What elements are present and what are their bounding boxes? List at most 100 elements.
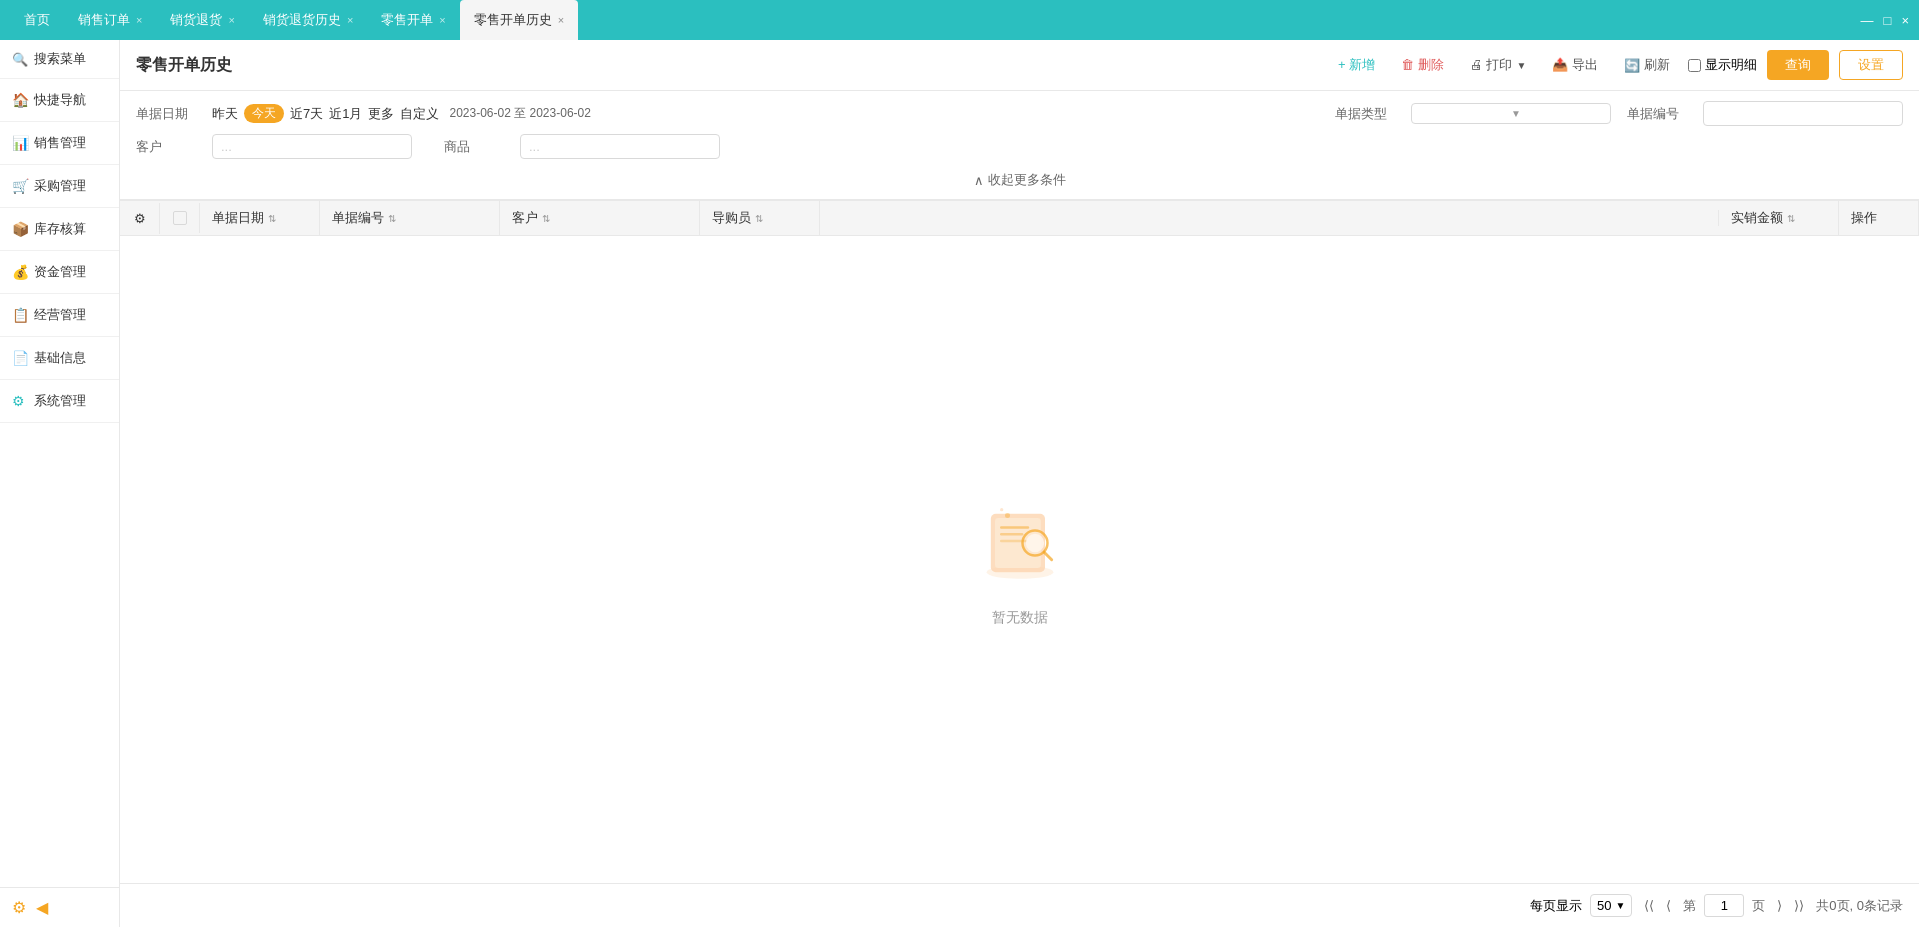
export-button[interactable]: 📤 导出: [1544, 52, 1606, 78]
tab-sales-order[interactable]: 销售订单 ×: [64, 0, 156, 40]
print-button[interactable]: 🖨 打印 ▼: [1462, 52, 1535, 78]
number-label: 单据编号: [1627, 105, 1687, 123]
empty-text: 暂无数据: [992, 609, 1048, 627]
th-action: 操作: [1839, 201, 1919, 235]
first-page-btn[interactable]: ⟨⟨: [1640, 896, 1658, 915]
sidebar-item-finance[interactable]: 💰 资金管理: [0, 251, 119, 294]
type-select[interactable]: ▼: [1411, 103, 1611, 124]
page-suffix: 页: [1748, 895, 1769, 917]
page-info: 共0页, 0条记录: [1816, 897, 1903, 915]
page-title: 零售开单历史: [136, 55, 232, 76]
filter-row-1: 单据日期 昨天 今天 近7天 近1月 更多 自定义 2023-06-02 至 2…: [136, 101, 1903, 126]
setting-button[interactable]: 设置: [1839, 50, 1903, 80]
add-button[interactable]: + 新增: [1330, 52, 1383, 78]
filter-row-2: 客户 ... 商品 ...: [136, 134, 1903, 159]
type-select-arrow: ▼: [1511, 108, 1602, 119]
print-dropdown-icon[interactable]: ▼: [1516, 60, 1526, 71]
sort-date-icon[interactable]: ⇅: [268, 213, 276, 224]
customer-input[interactable]: ...: [212, 134, 412, 159]
inventory-icon: 📦: [12, 221, 28, 237]
home-icon: 🏠: [12, 92, 28, 108]
date-opt-custom[interactable]: 自定义: [400, 105, 439, 123]
settings-icon[interactable]: ⚙: [12, 898, 26, 917]
system-icon: ⚙: [12, 393, 28, 409]
content-area: 零售开单历史 + 新增 🗑 删除 🖨 打印 ▼ 📤 导出 🔄 刷新: [120, 40, 1919, 927]
svg-point-7: [1025, 533, 1043, 551]
query-button[interactable]: 查询: [1767, 50, 1829, 80]
refresh-icon: 🔄: [1624, 58, 1640, 73]
type-label: 单据类型: [1335, 105, 1395, 123]
sort-customer-icon[interactable]: ⇅: [542, 213, 550, 224]
window-close-btn[interactable]: ×: [1901, 13, 1909, 28]
sort-amount-icon[interactable]: ⇅: [1787, 213, 1795, 224]
collapse-icon: ∧: [974, 173, 984, 188]
th-gear[interactable]: ⚙: [120, 203, 160, 234]
th-guide[interactable]: 导购员 ⇅: [700, 201, 820, 235]
collapse-row[interactable]: ∧ 收起更多条件: [136, 167, 1903, 189]
tabs-container: 首页 销售订单 × 销货退货 × 销货退货历史 × 零售开单 × 零售开单历史 …: [10, 0, 1861, 40]
minimize-btn[interactable]: —: [1861, 13, 1874, 28]
th-checkbox[interactable]: [160, 203, 200, 233]
sidebar-item-inventory[interactable]: 📦 库存核算: [0, 208, 119, 251]
page-header: 零售开单历史 + 新增 🗑 删除 🖨 打印 ▼ 📤 导出 🔄 刷新: [120, 40, 1919, 91]
sidebar-item-purchase[interactable]: 🛒 采购管理: [0, 165, 119, 208]
number-input[interactable]: [1703, 101, 1903, 126]
maximize-btn[interactable]: □: [1884, 13, 1892, 28]
th-amount[interactable]: 实销金额 ⇅: [1719, 201, 1839, 235]
tab-home[interactable]: 首页: [10, 0, 64, 40]
date-opt-7days[interactable]: 近7天: [290, 105, 323, 123]
main-layout: 🔍 搜索菜单 🏠 快捷导航 📊 销售管理 🛒 采购管理 📦 库存核算 💰 资金管…: [0, 40, 1919, 927]
prev-page-btn[interactable]: ⟨: [1662, 896, 1675, 915]
date-opt-more[interactable]: 更多: [368, 105, 394, 123]
close-tab-sales-return-history[interactable]: ×: [347, 14, 353, 26]
delete-button[interactable]: 🗑 删除: [1393, 52, 1452, 78]
close-tab-retail-order[interactable]: ×: [439, 14, 445, 26]
sidebar-item-business[interactable]: 📋 经营管理: [0, 294, 119, 337]
sidebar-search[interactable]: 🔍 搜索菜单: [0, 40, 119, 79]
sidebar-item-system[interactable]: ⚙ 系统管理: [0, 380, 119, 423]
display-detail-toggle[interactable]: 显示明细: [1688, 56, 1757, 74]
page-size-arrow: ▼: [1615, 900, 1625, 911]
purchase-icon: 🛒: [12, 178, 28, 194]
date-opt-1month[interactable]: 近1月: [329, 105, 362, 123]
close-tab-sales-order[interactable]: ×: [136, 14, 142, 26]
page-size-select[interactable]: 50 ▼: [1590, 894, 1632, 917]
sidebar-item-sales[interactable]: 📊 销售管理: [0, 122, 119, 165]
date-options: 昨天 今天 近7天 近1月 更多 自定义 2023-06-02 至 2023-0…: [212, 104, 591, 123]
tab-sales-return-history[interactable]: 销货退货历史 ×: [249, 0, 367, 40]
tab-retail-history[interactable]: 零售开单历史 ×: [460, 0, 578, 40]
date-opt-yesterday[interactable]: 昨天: [212, 105, 238, 123]
empty-illustration: [970, 493, 1070, 593]
sales-icon: 📊: [12, 135, 28, 151]
table-area: ⚙ 单据日期 ⇅ 单据编号 ⇅ 客户 ⇅ 导购员 ⇅: [120, 200, 1919, 883]
th-number[interactable]: 单据编号 ⇅: [320, 201, 500, 235]
sort-guide-icon[interactable]: ⇅: [755, 213, 763, 224]
top-bar: 首页 销售订单 × 销货退货 × 销货退货历史 × 零售开单 × 零售开单历史 …: [0, 0, 1919, 40]
close-tab-sales-return[interactable]: ×: [228, 14, 234, 26]
svg-point-10: [1000, 508, 1003, 511]
goods-input[interactable]: ...: [520, 134, 720, 159]
collapse-sidebar-icon[interactable]: ◀: [36, 898, 48, 917]
tab-sales-return[interactable]: 销货退货 ×: [156, 0, 248, 40]
page-number-input[interactable]: [1704, 894, 1744, 917]
table-header: ⚙ 单据日期 ⇅ 单据编号 ⇅ 客户 ⇅ 导购员 ⇅: [120, 200, 1919, 236]
sort-number-icon[interactable]: ⇅: [388, 213, 396, 224]
next-page-btn[interactable]: ⟩: [1773, 896, 1786, 915]
business-icon: 📋: [12, 307, 28, 323]
close-tab-retail-history[interactable]: ×: [558, 14, 564, 26]
display-detail-checkbox[interactable]: [1688, 59, 1701, 72]
page-label: 第: [1679, 895, 1700, 917]
sidebar-item-basic-info[interactable]: 📄 基础信息: [0, 337, 119, 380]
goods-label: 商品: [444, 138, 504, 156]
filter-type-number: 单据类型 ▼ 单据编号: [1335, 101, 1903, 126]
sidebar-item-quick-nav[interactable]: 🏠 快捷导航: [0, 79, 119, 122]
th-date[interactable]: 单据日期 ⇅: [200, 201, 320, 235]
select-all-checkbox[interactable]: [173, 211, 187, 225]
date-opt-today[interactable]: 今天: [244, 104, 284, 123]
svg-point-9: [1005, 513, 1010, 518]
refresh-button[interactable]: 🔄 刷新: [1616, 52, 1678, 78]
tab-retail-order[interactable]: 零售开单 ×: [367, 0, 459, 40]
empty-state: 暂无数据: [120, 236, 1919, 883]
last-page-btn[interactable]: ⟩⟩: [1790, 896, 1808, 915]
th-customer[interactable]: 客户 ⇅: [500, 201, 700, 235]
